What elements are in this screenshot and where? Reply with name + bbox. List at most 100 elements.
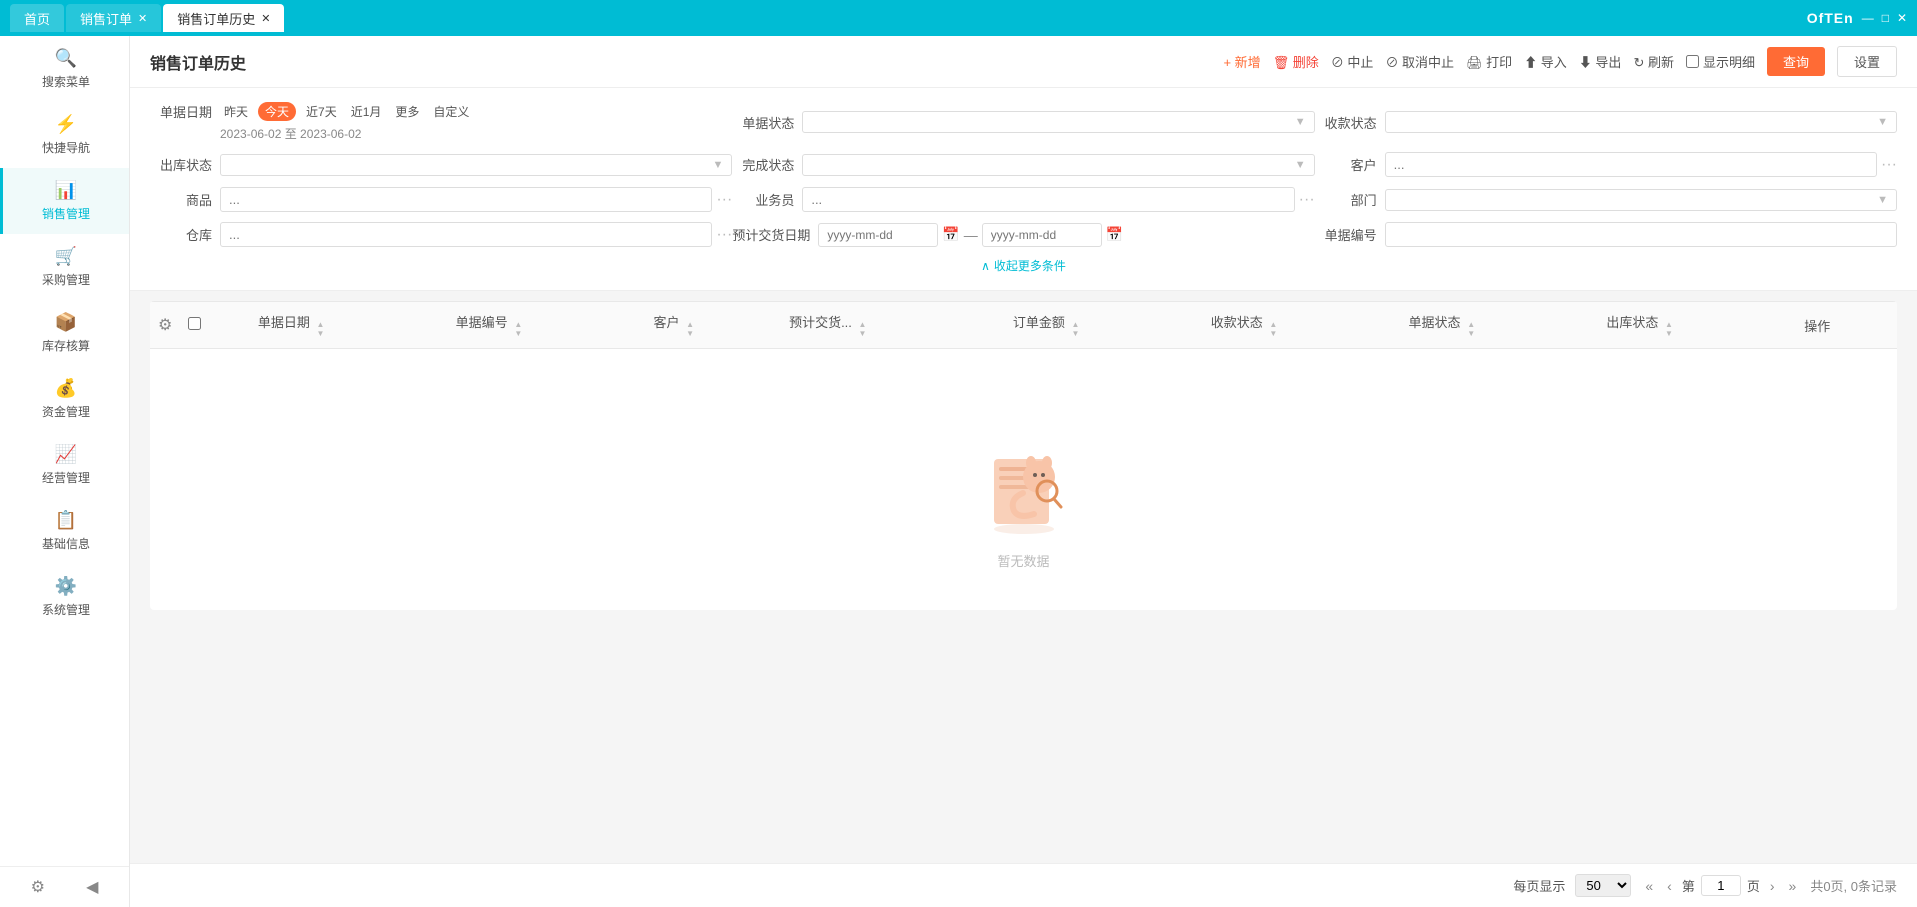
customer-sort-icons[interactable]: ▲▼	[686, 321, 694, 338]
prev-page-btn[interactable]: ‹	[1663, 876, 1676, 896]
data-table: ⚙ 单据日期 ▲▼ 单据编号	[150, 301, 1897, 610]
tab-sales-order-history[interactable]: 销售订单历史 ✕	[163, 4, 284, 32]
date-today-btn[interactable]: 今天	[258, 102, 296, 121]
date-more-btn[interactable]: 更多	[391, 102, 423, 121]
sidebar-item-sales-mgmt-label: 销售管理	[42, 205, 90, 222]
sidebar-item-basic-info[interactable]: 📋 基础信息	[0, 498, 129, 564]
page-number-input[interactable]: 1	[1701, 875, 1741, 896]
th-date-label: 单据日期	[258, 315, 310, 330]
customer-dots[interactable]: ···	[1881, 156, 1897, 174]
date-to-calendar-icon[interactable]: 📅	[1106, 226, 1123, 243]
date-1month-btn[interactable]: 近1月	[347, 102, 386, 121]
sidebar-item-search-menu-label: 搜索菜单	[42, 73, 90, 90]
date-sort-icons[interactable]: ▲▼	[316, 321, 324, 338]
last-page-btn[interactable]: »	[1785, 876, 1801, 896]
th-expected-date: 预计交货... ▲▼	[781, 302, 1005, 349]
date-to-input[interactable]	[982, 223, 1102, 247]
product-input[interactable]	[220, 187, 712, 212]
print-btn[interactable]: 🖨 打印	[1466, 52, 1512, 71]
tab-home[interactable]: 首页	[10, 4, 64, 32]
finance-icon: 💰	[55, 378, 77, 399]
warehouse-input[interactable]	[220, 222, 712, 247]
sidebar-item-system[interactable]: ⚙️ 系统管理	[0, 564, 129, 630]
sidebar-settings-icon[interactable]: ⚙	[31, 877, 45, 897]
complete-status-label: 完成状态	[732, 155, 802, 174]
amount-sort-icons[interactable]: ▲▼	[1072, 321, 1080, 338]
delete-btn[interactable]: 🗑 删除	[1273, 52, 1319, 71]
customer-input[interactable]	[1385, 152, 1877, 177]
refresh-btn[interactable]: ↻ 刷新	[1633, 52, 1674, 71]
export-btn[interactable]: ⬇ 导出	[1579, 52, 1622, 71]
th-expected-date-label: 预计交货...	[789, 315, 852, 330]
complete-status-select[interactable]: ▼	[802, 154, 1314, 176]
tab-sales-order-history-close[interactable]: ✕	[261, 12, 270, 25]
first-page-btn[interactable]: «	[1641, 876, 1657, 896]
product-dots[interactable]: ···	[716, 191, 732, 209]
show-detail-checkbox[interactable]	[1686, 55, 1699, 68]
stop-btn[interactable]: ⊘ 中止	[1331, 52, 1374, 71]
total-info: 共0页, 0条记录	[1810, 876, 1897, 895]
sidebar-item-purchase-mgmt[interactable]: 🛒 采购管理	[0, 234, 129, 300]
payment-status-sort-icons[interactable]: ▲▼	[1269, 321, 1277, 338]
th-customer: 客户 ▲▼	[646, 302, 782, 349]
warehouse-dots[interactable]: ···	[716, 226, 732, 244]
cancel-stop-btn[interactable]: ⊘ 取消中止	[1385, 52, 1454, 71]
sidebar-item-quick-nav[interactable]: ⚡ 快捷导航	[0, 102, 129, 168]
new-btn[interactable]: + 新增	[1223, 52, 1260, 71]
minimize-btn[interactable]: —	[1862, 11, 1874, 25]
sidebar-item-finance[interactable]: 💰 资金管理	[0, 366, 129, 432]
order-status-label: 单据状态	[732, 113, 802, 132]
th-no-label: 单据编号	[456, 315, 508, 330]
close-btn[interactable]: ✕	[1897, 11, 1907, 25]
date-7days-btn[interactable]: 近7天	[302, 102, 341, 121]
sidebar-item-system-label: 系统管理	[42, 601, 90, 618]
sidebar-item-search-menu[interactable]: 🔍 搜索菜单	[0, 36, 129, 102]
table-settings-icon[interactable]: ⚙	[158, 317, 172, 334]
date-range: 2023-06-02 至 2023-06-02	[220, 125, 483, 142]
delivery-status-label: 出库状态	[150, 155, 220, 174]
purchase-mgmt-icon: 🛒	[55, 246, 77, 267]
top-bar-right: OfTEn — □ ✕	[1807, 10, 1907, 26]
order-status-sort-icons[interactable]: ▲▼	[1467, 321, 1475, 338]
order-no-input[interactable]	[1385, 222, 1897, 247]
setting-btn[interactable]: 设置	[1837, 46, 1897, 77]
date-from-input[interactable]	[818, 223, 938, 247]
delivery-status-select[interactable]: ▼	[220, 154, 732, 176]
sidebar-item-inventory-label: 库存核算	[42, 337, 90, 354]
maximize-btn[interactable]: □	[1882, 11, 1889, 25]
page-size-label: 每页显示	[1513, 876, 1565, 895]
order-status-select[interactable]: ▼	[802, 111, 1314, 133]
next-page-btn[interactable]: ›	[1766, 876, 1779, 896]
operations-icon: 📈	[55, 444, 77, 465]
sidebar-item-operations[interactable]: 📈 经营管理	[0, 432, 129, 498]
delivery-status-sort-icons[interactable]: ▲▼	[1665, 321, 1673, 338]
sidebar: 🔍 搜索菜单 ⚡ 快捷导航 📊 销售管理 🛒 采购管理 📦 库存核算 💰 资金管…	[0, 36, 130, 907]
th-payment-status-label: 收款状态	[1211, 315, 1263, 330]
date-label: 单据日期	[150, 102, 220, 121]
select-all-checkbox[interactable]	[188, 317, 201, 330]
th-settings: ⚙	[150, 302, 180, 349]
department-select[interactable]: ▼	[1385, 189, 1897, 211]
sidebar-collapse-icon[interactable]: ◀	[86, 877, 98, 897]
collapse-btn[interactable]: ∧ 收起更多条件	[150, 257, 1897, 274]
salesperson-input[interactable]	[802, 187, 1294, 212]
date-custom-btn[interactable]: 自定义	[429, 102, 473, 121]
import-btn[interactable]: ⬆ 导入	[1524, 52, 1567, 71]
date-yesterday-btn[interactable]: 昨天	[220, 102, 252, 121]
filter-row-1: 单据日期 昨天 今天 近7天 近1月 更多 自定义 2023-06-02 至 2…	[150, 102, 1897, 142]
date-from-calendar-icon[interactable]: 📅	[942, 226, 959, 243]
salesperson-dots[interactable]: ···	[1299, 191, 1315, 209]
page-header: 销售订单历史 + 新增 🗑 删除 ⊘ 中止 ⊘ 取消中止 🖨 打印 ⬆ 导入 ⬇…	[130, 36, 1917, 88]
warehouse-label: 仓库	[150, 225, 220, 244]
expected-date-sort-icons[interactable]: ▲▼	[859, 321, 867, 338]
payment-status-select[interactable]: ▼	[1385, 111, 1897, 133]
empty-state-row: 暂无数据	[150, 349, 1897, 611]
sidebar-item-inventory[interactable]: 📦 库存核算	[0, 300, 129, 366]
empty-state: 暂无数据	[150, 349, 1897, 610]
page-size-select[interactable]: 50 10 20 100	[1575, 874, 1631, 897]
tab-sales-order-close[interactable]: ✕	[138, 12, 147, 25]
query-btn[interactable]: 查询	[1767, 47, 1825, 76]
sidebar-item-sales-mgmt[interactable]: 📊 销售管理	[0, 168, 129, 234]
no-sort-icons[interactable]: ▲▼	[514, 321, 522, 338]
tab-sales-order[interactable]: 销售订单 ✕	[66, 4, 161, 32]
